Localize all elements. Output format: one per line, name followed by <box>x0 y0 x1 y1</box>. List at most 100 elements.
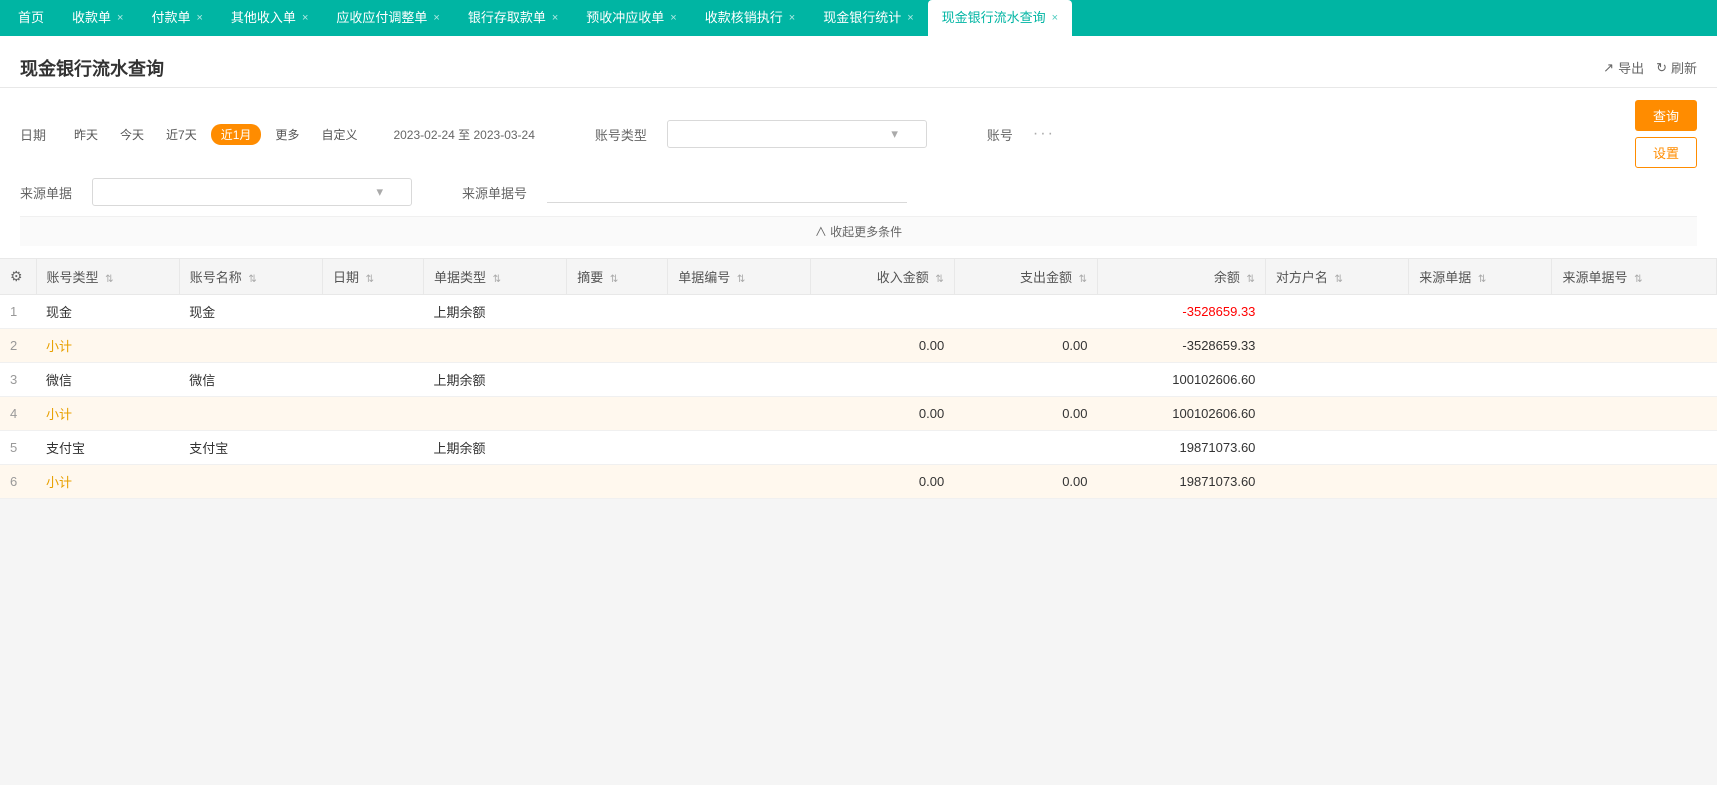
cell-account-type: 小计 <box>36 397 179 431</box>
cell-balance: 19871073.60 <box>1098 431 1266 465</box>
cell-account-type: 小计 <box>36 329 179 363</box>
source-doc-no-label: 来源单据号 <box>462 183 527 202</box>
close-icon[interactable]: × <box>117 0 123 36</box>
cell-income: 0.00 <box>811 329 954 363</box>
nav-payment[interactable]: 付款单 × <box>137 0 216 36</box>
date-range: 2023-02-24 至 2023-03-24 <box>393 128 534 142</box>
cell-source-doc <box>1409 431 1552 465</box>
cell-doc-no <box>668 295 811 329</box>
cell-summary <box>567 431 668 465</box>
cell-source-doc-no <box>1552 363 1717 397</box>
settings-button[interactable]: 设置 <box>1635 137 1697 168</box>
cell-counterpart <box>1265 465 1408 499</box>
date-opt-more[interactable]: 更多 <box>267 124 307 145</box>
cell-doc-type: 上期余额 <box>423 431 566 465</box>
cell-income <box>811 295 954 329</box>
table-container: ⚙ 账号类型 ⇅ 账号名称 ⇅ 日期 ⇅ 单据类型 ⇅ 摘要 ⇅ 单据编号 ⇅ … <box>0 259 1717 499</box>
nav-cash-bank-stats[interactable]: 现金银行统计 × <box>809 0 927 36</box>
cell-account-name <box>179 465 322 499</box>
cell-account-type: 微信 <box>36 363 179 397</box>
account-dots-button[interactable]: ··· <box>1033 125 1055 143</box>
filter-row-date: 日期 昨天 今天 近7天 近1月 更多 自定义 2023-02-24 至 202… <box>20 100 1697 168</box>
cell-summary <box>567 363 668 397</box>
query-button[interactable]: 查询 <box>1635 100 1697 131</box>
cell-income: 0.00 <box>811 465 954 499</box>
export-icon: ↗ <box>1603 60 1614 76</box>
cell-date <box>323 465 424 499</box>
row-num: 6 <box>0 465 36 499</box>
close-icon[interactable]: × <box>196 0 202 36</box>
cell-doc-type <box>423 397 566 431</box>
date-label: 日期 <box>20 125 46 144</box>
nav-pre-receipt[interactable]: 预收冲应收单 × <box>572 0 690 36</box>
cell-date <box>323 295 424 329</box>
account-label: 账号 <box>987 125 1013 144</box>
cell-date <box>323 329 424 363</box>
cell-source-doc <box>1409 465 1552 499</box>
cell-expense: 0.00 <box>954 397 1097 431</box>
source-doc-label: 来源单据 <box>20 183 72 202</box>
row-num: 4 <box>0 397 36 431</box>
close-icon[interactable]: × <box>789 0 795 36</box>
cell-expense: 0.00 <box>954 329 1097 363</box>
nav-other-income[interactable]: 其他收入单 × <box>217 0 322 36</box>
col-counterpart: 对方户名 ⇅ <box>1265 259 1408 295</box>
cell-account-type: 小计 <box>36 465 179 499</box>
col-settings[interactable]: ⚙ <box>0 259 36 295</box>
cell-doc-no <box>668 363 811 397</box>
cell-account-type: 支付宝 <box>36 431 179 465</box>
date-opt-1month[interactable]: 近1月 <box>211 124 262 145</box>
close-icon[interactable]: × <box>670 0 676 36</box>
close-icon[interactable]: × <box>907 0 913 36</box>
refresh-button[interactable]: ↻ 刷新 <box>1656 58 1697 77</box>
source-doc-select[interactable]: ▾ <box>92 178 412 206</box>
filter-row-source: 来源单据 ▾ 来源单据号 <box>20 178 1697 206</box>
cell-source-doc <box>1409 397 1552 431</box>
col-source-doc-no: 来源单据号 ⇅ <box>1552 259 1717 295</box>
close-icon[interactable]: × <box>552 0 558 36</box>
top-nav: 首页 收款单 × 付款单 × 其他收入单 × 应收应付调整单 × 银行存取款单 … <box>0 0 1717 36</box>
collapse-bar[interactable]: ∧ 收起更多条件 <box>20 216 1697 246</box>
cell-account-name: 现金 <box>179 295 322 329</box>
nav-home[interactable]: 首页 <box>4 0 58 36</box>
nav-ar-ap-adjust[interactable]: 应收应付调整单 × <box>322 0 453 36</box>
cell-counterpart <box>1265 295 1408 329</box>
cell-account-name <box>179 329 322 363</box>
table-row: 5支付宝支付宝上期余额19871073.60 <box>0 431 1717 465</box>
cell-summary <box>567 465 668 499</box>
export-button[interactable]: ↗ 导出 <box>1603 58 1644 77</box>
row-num: 3 <box>0 363 36 397</box>
date-opt-custom[interactable]: 自定义 <box>313 124 365 145</box>
nav-cash-bank-flow[interactable]: 现金银行流水查询 × <box>928 0 1072 36</box>
cell-counterpart <box>1265 397 1408 431</box>
close-icon[interactable]: × <box>433 0 439 36</box>
source-doc-no-input[interactable] <box>547 181 907 203</box>
gear-icon[interactable]: ⚙ <box>10 268 23 284</box>
cell-income: 0.00 <box>811 397 954 431</box>
cell-doc-type <box>423 329 566 363</box>
cell-date <box>323 431 424 465</box>
nav-bank-deposit[interactable]: 银行存取款单 × <box>454 0 572 36</box>
cell-summary <box>567 329 668 363</box>
close-icon[interactable]: × <box>302 0 308 36</box>
cell-doc-no <box>668 397 811 431</box>
date-opt-yesterday[interactable]: 昨天 <box>66 124 106 145</box>
date-options: 昨天 今天 近7天 近1月 更多 自定义 <box>66 124 365 145</box>
col-doc-no: 单据编号 ⇅ <box>668 259 811 295</box>
cell-summary <box>567 295 668 329</box>
nav-receipt[interactable]: 收款单 × <box>58 0 137 36</box>
col-expense: 支出金额 ⇅ <box>954 259 1097 295</box>
col-date: 日期 ⇅ <box>323 259 424 295</box>
date-opt-today[interactable]: 今天 <box>112 124 152 145</box>
date-opt-7days[interactable]: 近7天 <box>158 124 205 145</box>
account-type-select[interactable]: ▾ <box>667 120 927 148</box>
table-row: 3微信微信上期余额100102606.60 <box>0 363 1717 397</box>
cell-account-name <box>179 397 322 431</box>
cell-account-name: 微信 <box>179 363 322 397</box>
chevron-down-icon: ▾ <box>891 126 898 142</box>
table-row: 2小计0.000.00-3528659.33 <box>0 329 1717 363</box>
nav-receipt-exec[interactable]: 收款核销执行 × <box>691 0 809 36</box>
close-icon[interactable]: × <box>1052 0 1058 36</box>
cell-doc-no <box>668 465 811 499</box>
header-actions: ↗ 导出 ↻ 刷新 <box>1603 58 1697 77</box>
